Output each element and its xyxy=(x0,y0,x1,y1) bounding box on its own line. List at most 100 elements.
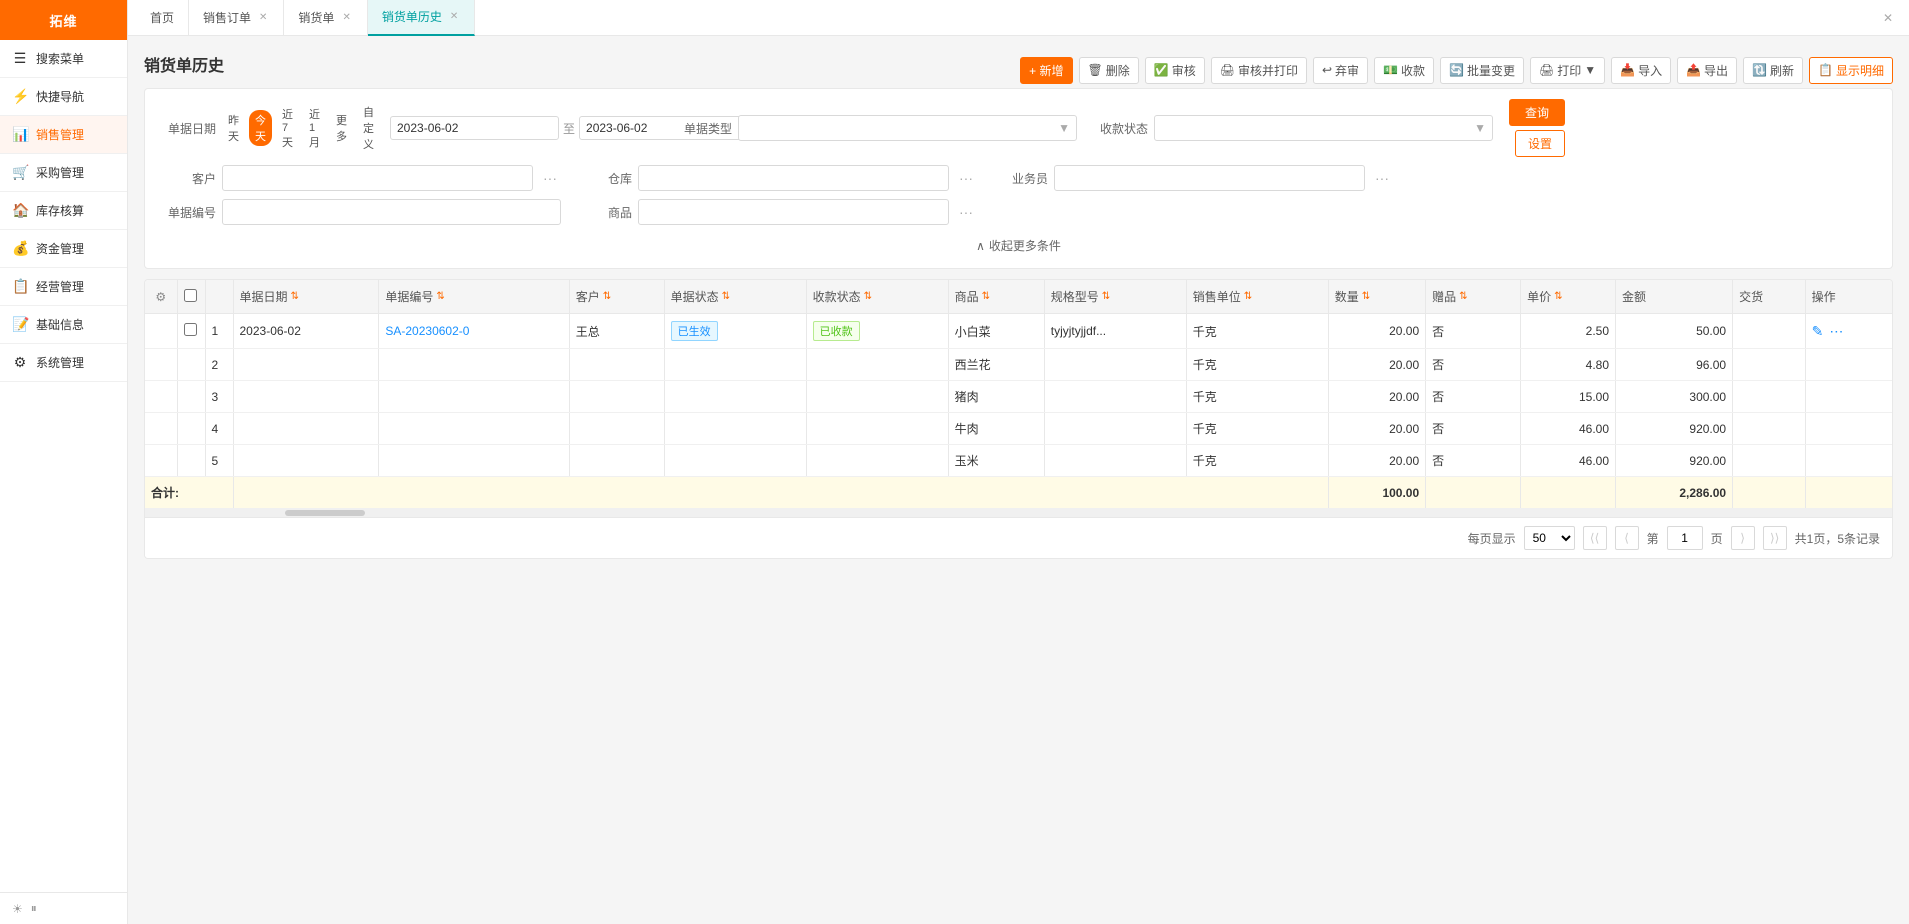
td-action[interactable] xyxy=(1805,413,1892,445)
sidebar-item-sys-mgmt[interactable]: ⚙ 系统管理 xyxy=(0,344,127,382)
customer-input[interactable] xyxy=(222,165,533,191)
tab-home[interactable]: 首页 xyxy=(136,0,189,36)
show-detail-button[interactable]: 📋 显示明细 xyxy=(1809,57,1893,84)
date-from-input[interactable] xyxy=(390,116,559,140)
salesperson-input[interactable] xyxy=(1054,165,1365,191)
goods-picker-icon[interactable]: ··· xyxy=(955,204,977,220)
td-checkbox[interactable] xyxy=(177,349,205,381)
th-doc-status[interactable]: 单据状态 ⇅ xyxy=(664,280,806,314)
tab-close-all-icon[interactable]: ✕ xyxy=(1883,11,1893,25)
td-doc-no[interactable] xyxy=(379,381,569,413)
th-payment-status[interactable]: 收款状态 ⇅ xyxy=(806,280,948,314)
td-doc-no[interactable] xyxy=(379,413,569,445)
td-doc-no[interactable] xyxy=(379,349,569,381)
batch-change-button[interactable]: 🔄 批量变更 xyxy=(1440,57,1524,84)
sidebar-expand-icon[interactable]: ☀ xyxy=(12,902,23,916)
td-doc-no[interactable] xyxy=(379,445,569,477)
td-checkbox[interactable] xyxy=(177,381,205,413)
payment-status-select[interactable]: ▼ xyxy=(1154,115,1493,141)
select-all-checkbox[interactable] xyxy=(184,289,197,302)
sort-goods[interactable]: 商品 ⇅ xyxy=(955,288,1038,305)
goods-input[interactable] xyxy=(638,199,949,225)
td-action[interactable] xyxy=(1805,381,1892,413)
th-spec[interactable]: 规格型号 ⇅ xyxy=(1044,280,1186,314)
sort-doc-status[interactable]: 单据状态 ⇅ xyxy=(671,288,800,305)
doc-type-select[interactable]: ▼ xyxy=(738,115,1077,141)
horizontal-scrollbar[interactable] xyxy=(145,509,1892,517)
td-doc-no[interactable]: SA-20230602-0 xyxy=(379,314,569,349)
row-checkbox[interactable] xyxy=(184,323,197,336)
collect-button[interactable]: 💵 收款 xyxy=(1374,57,1434,84)
td-action[interactable] xyxy=(1805,349,1892,381)
settings-button[interactable]: 设置 xyxy=(1515,130,1565,157)
sort-gift[interactable]: 赠品 ⇅ xyxy=(1432,288,1514,305)
collapse-button[interactable]: ∧ 收起更多条件 xyxy=(161,233,1876,258)
tab-sales-goods-close[interactable]: ✕ xyxy=(340,12,352,23)
date-more[interactable]: 更多 xyxy=(330,110,353,146)
new-button[interactable]: + 新增 xyxy=(1020,57,1072,84)
sort-doc-date[interactable]: 单据日期 ⇅ xyxy=(240,288,373,305)
page-number-input[interactable] xyxy=(1667,526,1703,550)
warehouse-picker-icon[interactable]: ··· xyxy=(955,170,977,186)
th-gift[interactable]: 赠品 ⇅ xyxy=(1426,280,1521,314)
last-page-button[interactable]: ⟩⟩ xyxy=(1763,526,1787,550)
sidebar-item-search-menu[interactable]: ☰ 搜索菜单 xyxy=(0,40,127,78)
edit-icon[interactable]: ✎ xyxy=(1812,323,1824,340)
sidebar-pause-icon[interactable]: ⏸ xyxy=(31,901,37,916)
column-settings-icon[interactable]: ⚙ xyxy=(155,290,166,304)
sidebar-item-quick-nav[interactable]: ⚡ 快捷导航 xyxy=(0,78,127,116)
th-doc-date[interactable]: 单据日期 ⇅ xyxy=(233,280,379,314)
refresh-button[interactable]: 🔃 刷新 xyxy=(1743,57,1803,84)
sidebar-item-inventory[interactable]: 🏠 库存核算 xyxy=(0,192,127,230)
tab-sales-history[interactable]: 销货单历史 ✕ xyxy=(368,0,475,36)
tab-sales-history-close[interactable]: ✕ xyxy=(448,11,460,22)
th-goods[interactable]: 商品 ⇅ xyxy=(948,280,1044,314)
warehouse-input[interactable] xyxy=(638,165,949,191)
th-unit-price[interactable]: 单价 ⇅ xyxy=(1521,280,1616,314)
date-yesterday[interactable]: 昨天 xyxy=(222,110,245,146)
date-1month[interactable]: 近1月 xyxy=(303,104,326,152)
th-unit[interactable]: 销售单位 ⇅ xyxy=(1186,280,1328,314)
sort-unit-price[interactable]: 单价 ⇅ xyxy=(1527,288,1609,305)
td-checkbox[interactable] xyxy=(177,314,205,349)
tab-sales-goods[interactable]: 销货单 ✕ xyxy=(284,0,367,36)
td-checkbox[interactable] xyxy=(177,445,205,477)
sort-doc-no[interactable]: 单据编号 ⇅ xyxy=(385,288,562,305)
doc-no-link[interactable]: SA-20230602-0 xyxy=(385,324,469,338)
date-custom[interactable]: 自定义 xyxy=(357,102,380,154)
tab-sales-order-close[interactable]: ✕ xyxy=(257,12,269,23)
prev-page-button[interactable]: ⟨ xyxy=(1615,526,1639,550)
audit-print-button[interactable]: 🖨 审核并打印 xyxy=(1211,57,1307,84)
doc-no-input[interactable] xyxy=(222,199,561,225)
sidebar-item-sales-mgmt[interactable]: 📊 销售管理 xyxy=(0,116,127,154)
delete-button[interactable]: 🗑 删除 xyxy=(1079,57,1139,84)
date-7days[interactable]: 近7天 xyxy=(276,104,299,152)
td-action[interactable] xyxy=(1805,445,1892,477)
sort-quantity[interactable]: 数量 ⇅ xyxy=(1335,288,1419,305)
th-customer[interactable]: 客户 ⇅ xyxy=(569,280,664,314)
date-today[interactable]: 今天 xyxy=(249,110,272,146)
abandon-button[interactable]: ↩ 弃审 xyxy=(1313,57,1368,84)
td-action[interactable]: ✎⋯ xyxy=(1805,314,1892,349)
sidebar-item-finance[interactable]: 💰 资金管理 xyxy=(0,230,127,268)
tab-sales-order[interactable]: 销售订单 ✕ xyxy=(189,0,284,36)
page-size-select[interactable]: 50 100 200 xyxy=(1524,526,1575,550)
sidebar-item-ops-mgmt[interactable]: 📋 经营管理 xyxy=(0,268,127,306)
th-doc-no[interactable]: 单据编号 ⇅ xyxy=(379,280,569,314)
th-quantity[interactable]: 数量 ⇅ xyxy=(1328,280,1425,314)
import-button[interactable]: 📥 导入 xyxy=(1611,57,1671,84)
sort-payment-status[interactable]: 收款状态 ⇅ xyxy=(813,288,942,305)
print-button[interactable]: 🖨 打印 ▼ xyxy=(1530,57,1605,84)
sort-customer[interactable]: 客户 ⇅ xyxy=(576,288,658,305)
scroll-thumb[interactable] xyxy=(285,510,365,516)
customer-picker-icon[interactable]: ··· xyxy=(539,170,561,186)
first-page-button[interactable]: ⟨⟨ xyxy=(1583,526,1607,550)
next-page-button[interactable]: ⟩ xyxy=(1731,526,1755,550)
export-button[interactable]: 📤 导出 xyxy=(1677,57,1737,84)
th-checkbox[interactable] xyxy=(177,280,205,314)
th-settings[interactable]: ⚙ xyxy=(145,280,177,314)
audit-button[interactable]: ✅ 审核 xyxy=(1145,57,1205,84)
td-checkbox[interactable] xyxy=(177,413,205,445)
salesperson-picker-icon[interactable]: ··· xyxy=(1371,170,1393,186)
sidebar-item-purchase-mgmt[interactable]: 🛒 采购管理 xyxy=(0,154,127,192)
